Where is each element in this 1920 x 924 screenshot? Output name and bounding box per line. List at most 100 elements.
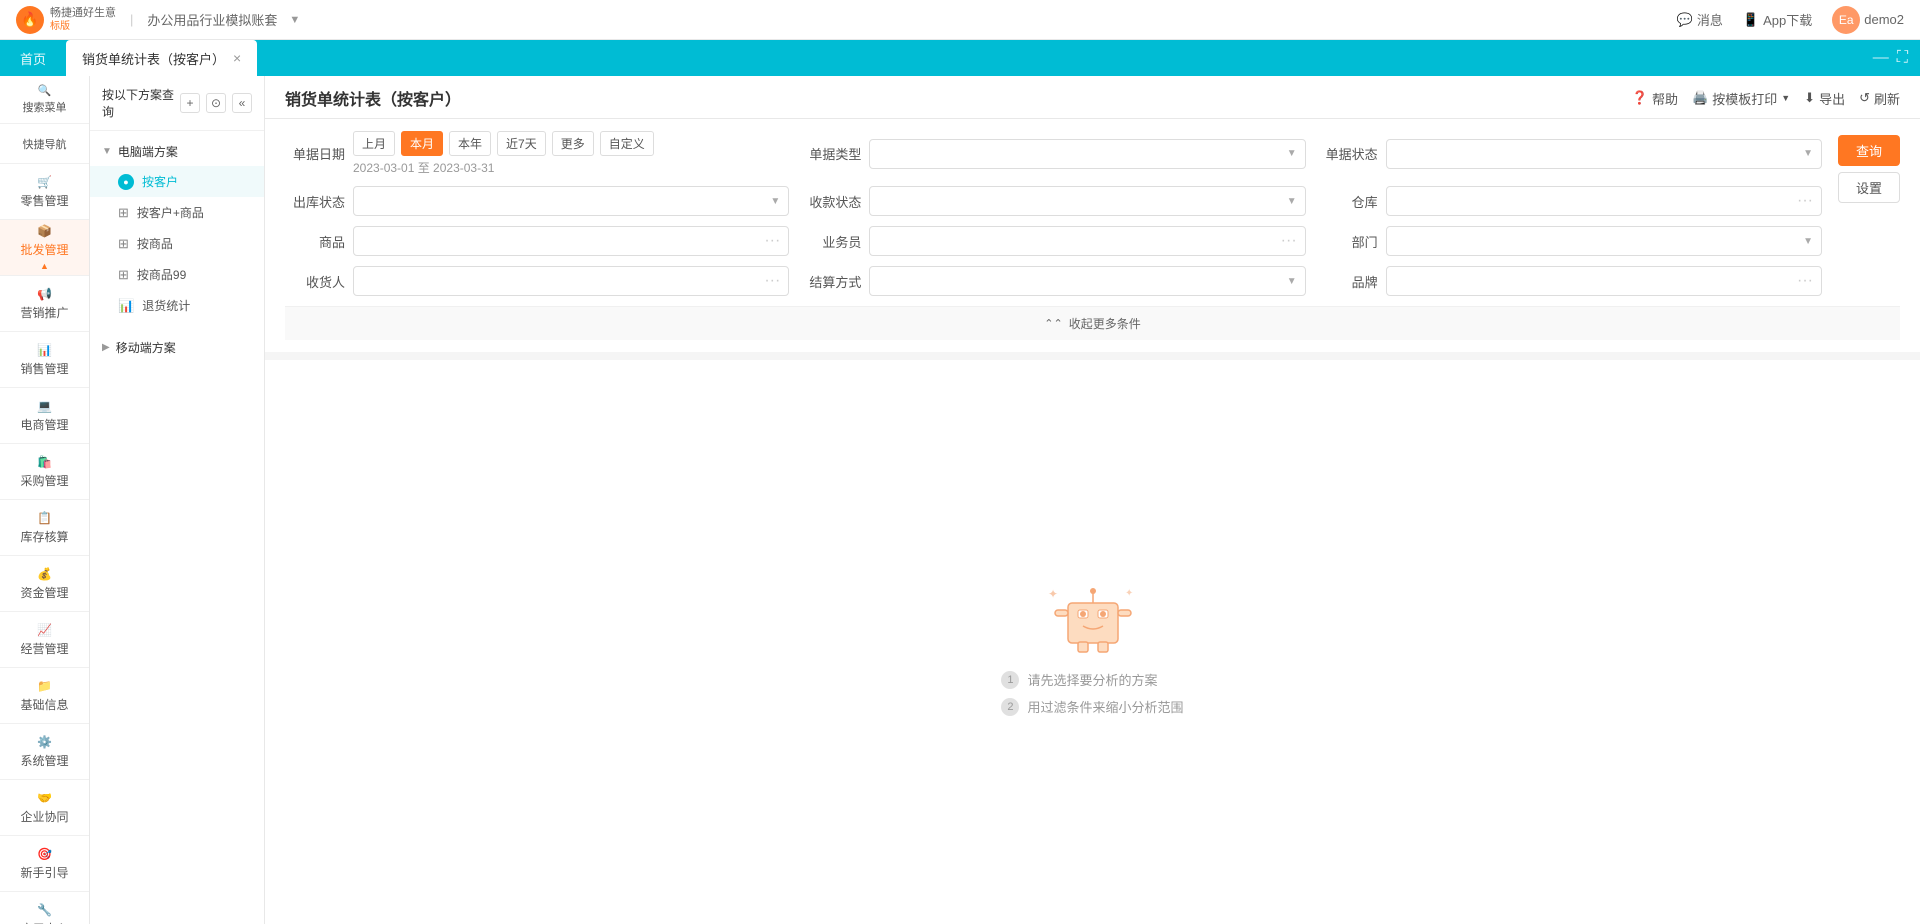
warehouse-select[interactable]: ··· [1386, 186, 1822, 216]
query-button[interactable]: 查询 [1838, 135, 1900, 166]
scheme-edit-button[interactable]: ⊙ [206, 93, 226, 113]
date-btn-this-month[interactable]: 本月 [401, 131, 443, 156]
scheme-item-by-customer[interactable]: ● 按客户 [90, 166, 264, 197]
sidebar-item-retail[interactable]: 🛒 零售管理 [0, 164, 89, 220]
svg-text:✦: ✦ [1048, 587, 1058, 601]
sidebar-item-finance[interactable]: 💰 资金管理 [0, 556, 89, 612]
sidebar-item-system[interactable]: ⚙️ 系统管理 [0, 724, 89, 780]
doc-type-label: 单据类型 [801, 144, 861, 163]
settings-button[interactable]: 设置 [1838, 172, 1900, 203]
date-btn-this-year[interactable]: 本年 [449, 131, 491, 156]
date-label: 单据日期 [285, 144, 345, 163]
filter-receiver-cell: 收货人 ··· [285, 266, 789, 296]
export-button[interactable]: ⬇ 导出 [1804, 89, 1845, 108]
out-status-label: 出库状态 [285, 192, 345, 211]
basic-icon: 📁 [37, 679, 52, 693]
header-dropdown-icon[interactable]: ▼ [289, 14, 300, 26]
print-icon: 🖨️ [1692, 90, 1708, 106]
product-dots: ··· [764, 232, 780, 250]
scheme-group-desktop-header[interactable]: ▼ 电脑端方案 [90, 137, 264, 166]
by-product-icon: ⊞ [118, 236, 129, 252]
product-select[interactable]: ··· [353, 226, 789, 256]
scheme-header: 按以下方案查询 + ⊙ « [90, 76, 264, 131]
filter-row-2: 出库状态 ▼ 收款状态 ▼ [285, 186, 1822, 216]
scheme-item-by-product[interactable]: ⊞ 按商品 [90, 228, 264, 259]
scheme-group-mobile-header[interactable]: ▶ 移动端方案 [90, 333, 264, 362]
sidebar-item-app-center[interactable]: 🔧 应用中心 [0, 892, 89, 924]
svg-text:✦: ✦ [1125, 588, 1133, 599]
tip-num-2: 2 [1001, 698, 1019, 716]
main-layout: 🔍 搜索菜单 快捷导航 🛒 零售管理 📦 批发管理 ▲ 📢 营销推广 📊 销售管… [0, 76, 1920, 924]
sidebar-item-inventory[interactable]: 📋 库存核算 [0, 500, 89, 556]
sidebar-item-sales[interactable]: 📊 销售管理 [0, 332, 89, 388]
operations-icon: 📈 [37, 623, 52, 637]
receipt-status-select[interactable]: ▼ [869, 186, 1305, 216]
product-label: 商品 [285, 232, 345, 251]
finance-icon: 💰 [37, 567, 52, 581]
sidebar-item-quick-nav[interactable]: 快捷导航 [0, 124, 89, 164]
out-status-select[interactable]: ▼ [353, 186, 789, 216]
sidebar-item-ecommerce[interactable]: 💻 电商管理 [0, 388, 89, 444]
collapse-bar[interactable]: ⌃⌃ 收起更多条件 [285, 306, 1900, 340]
date-btn-custom[interactable]: 自定义 [600, 131, 654, 156]
receiver-select[interactable]: ··· [353, 266, 789, 296]
date-btn-last-month[interactable]: 上月 [353, 131, 395, 156]
help-icon: ❓ [1632, 90, 1648, 106]
filter-doc-type-cell: 单据类型 ▼ [801, 139, 1305, 169]
empty-tips: 1 请先选择要分析的方案 2 用过滤条件来缩小分析范围 [1001, 670, 1183, 716]
salesperson-select[interactable]: ··· [869, 226, 1305, 256]
sidebar-item-enterprise[interactable]: 🤝 企业协同 [0, 780, 89, 836]
sidebar-item-search[interactable]: 🔍 搜索菜单 [0, 76, 89, 124]
action-buttons: 查询 设置 [1838, 131, 1900, 203]
receipt-status-chevron: ▼ [1287, 196, 1297, 207]
sidebar-item-wholesale[interactable]: 📦 批发管理 ▲ [0, 220, 89, 276]
payment-label: 结算方式 [801, 272, 861, 291]
message-button[interactable]: 💬 消息 [1677, 10, 1723, 29]
help-button[interactable]: ❓ 帮助 [1632, 89, 1678, 108]
brand-select[interactable]: ··· [1386, 266, 1822, 296]
brand-dots: ··· [1797, 272, 1813, 290]
filter-section: 单据日期 上月 本月 本年 近7天 更多 自定义 [265, 119, 1920, 352]
receiver-label: 收货人 [285, 272, 345, 291]
tab-close-icon[interactable]: × [233, 50, 241, 66]
scheme-item-by-product-99[interactable]: ⊞ 按商品99 [90, 259, 264, 290]
sidebar-item-operations[interactable]: 📈 经营管理 [0, 612, 89, 668]
sidebar-item-basic[interactable]: 📁 基础信息 [0, 668, 89, 724]
empty-illustration: ✦ ✦ [1043, 568, 1143, 658]
print-dropdown-icon: ▼ [1781, 93, 1790, 103]
filter-row-1: 单据日期 上月 本月 本年 近7天 更多 自定义 [285, 131, 1822, 176]
logo-text: 畅捷通好生意 标版 [50, 6, 116, 33]
logo-icon: 🔥 [16, 6, 44, 34]
scheme-item-return-stats[interactable]: 📊 退货统计 [90, 290, 264, 321]
filter-warehouse-cell: 仓库 ··· [1318, 186, 1822, 216]
doc-type-select[interactable]: ▼ [869, 139, 1305, 169]
date-btn-7days[interactable]: 近7天 [497, 131, 546, 156]
brand-label: 品牌 [1318, 272, 1378, 291]
tab-minimize-icon[interactable]: — [1873, 49, 1889, 67]
page-title: 销货单统计表（按客户） [285, 86, 461, 110]
payment-select[interactable]: ▼ [869, 266, 1305, 296]
sidebar-item-newbie[interactable]: 🎯 新手引导 [0, 836, 89, 892]
by-product-99-icon: ⊞ [118, 267, 129, 283]
receipt-status-label: 收款状态 [801, 192, 861, 211]
purchase-icon: 🛍️ [37, 455, 52, 469]
sidebar-item-marketing[interactable]: 📢 营销推广 [0, 276, 89, 332]
refresh-button[interactable]: ↺ 刷新 [1859, 89, 1900, 108]
user-area[interactable]: Ea demo2 [1832, 6, 1904, 34]
app-download-button[interactable]: 📱 App下载 [1743, 10, 1812, 29]
scheme-collapse-button[interactable]: « [232, 93, 252, 113]
sidebar: 🔍 搜索菜单 快捷导航 🛒 零售管理 📦 批发管理 ▲ 📢 营销推广 📊 销售管… [0, 76, 90, 924]
tab-active[interactable]: 销货单统计表（按客户） × [66, 40, 257, 76]
scheme-item-by-customer-product[interactable]: ⊞ 按客户+商品 [90, 197, 264, 228]
filter-department-cell: 部门 ▼ [1318, 226, 1822, 256]
newbie-icon: 🎯 [37, 847, 52, 861]
tab-home[interactable]: 首页 [0, 40, 66, 76]
scheme-add-button[interactable]: + [180, 93, 200, 113]
print-button[interactable]: 🖨️ 按模板打印 ▼ [1692, 89, 1790, 108]
doc-status-select[interactable]: ▼ [1386, 139, 1822, 169]
tab-expand-icon[interactable]: ⛶ [1897, 49, 1908, 67]
department-select[interactable]: ▼ [1386, 226, 1822, 256]
date-btn-more[interactable]: 更多 [552, 131, 594, 156]
sidebar-item-purchase[interactable]: 🛍️ 采购管理 [0, 444, 89, 500]
mobile-toggle-icon: ▶ [102, 342, 110, 353]
